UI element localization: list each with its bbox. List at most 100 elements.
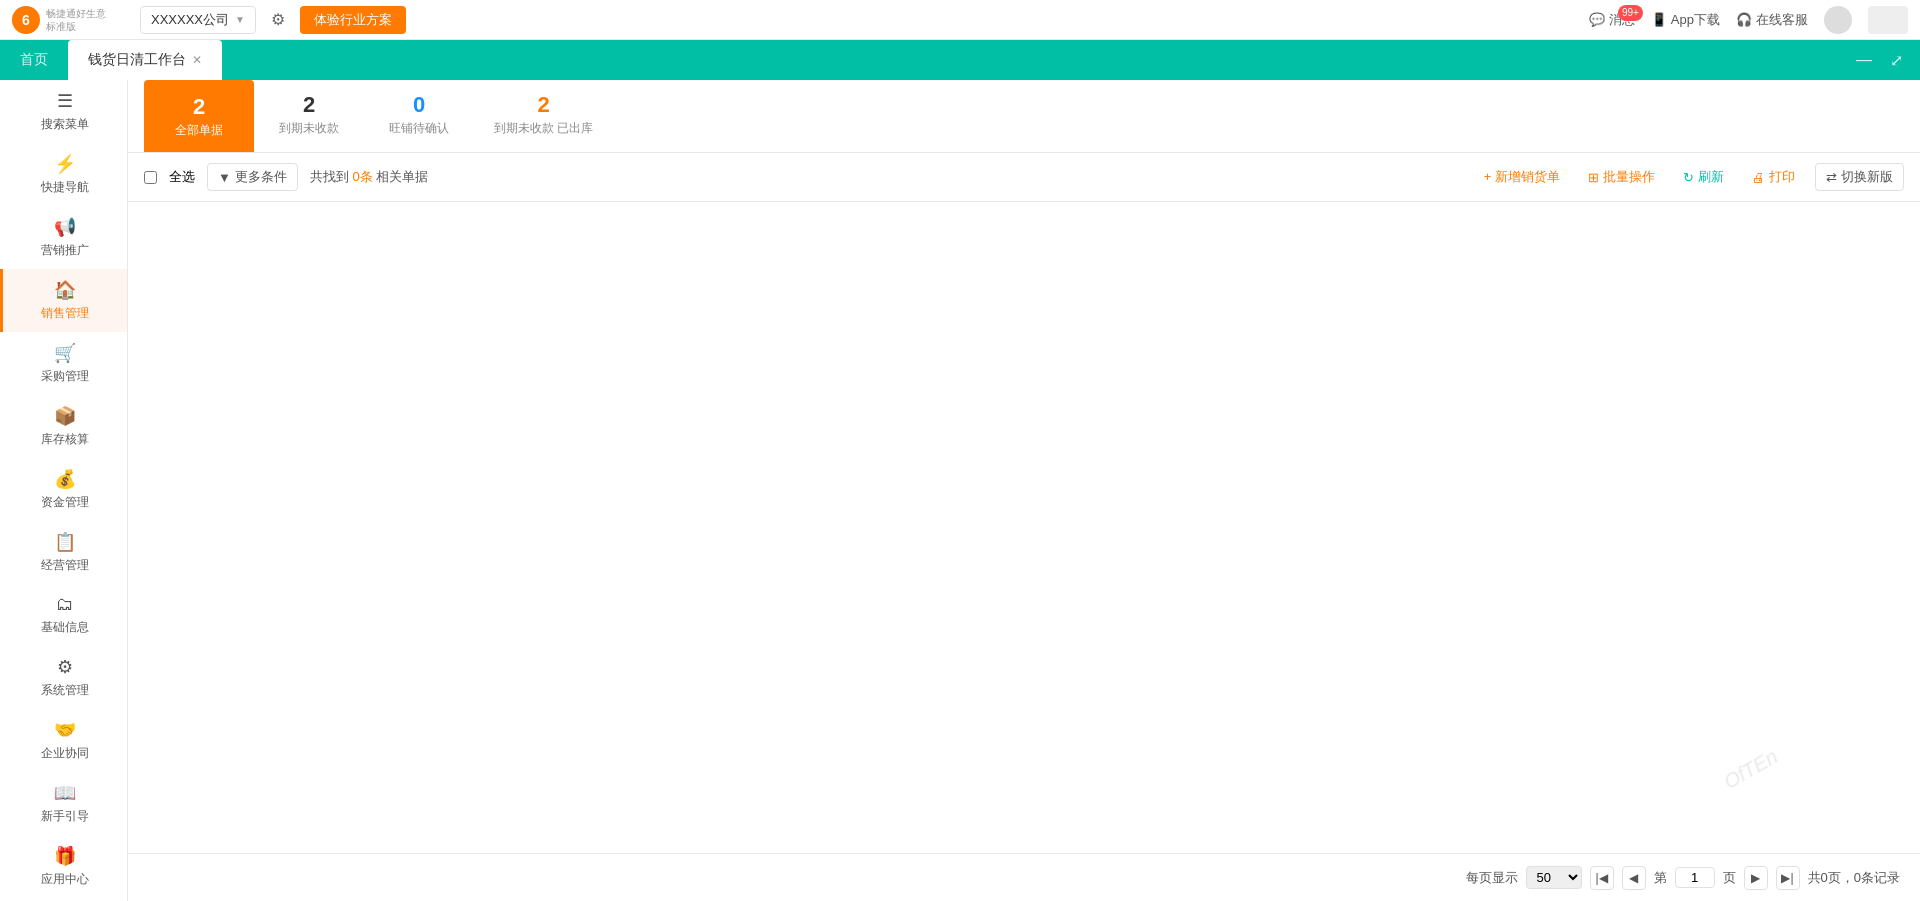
refresh-button[interactable]: ↻ 刷新 — [1675, 164, 1732, 190]
refresh-icon: ↻ — [1683, 170, 1694, 185]
guide-icon: 📖 — [54, 782, 76, 804]
online-service-label: 在线客服 — [1756, 11, 1808, 29]
sidebar-label-management: 经营管理 — [41, 557, 89, 574]
sidebar-item-inventory[interactable]: 📦 库存核算 — [0, 395, 127, 458]
sidebar-label-system: 系统管理 — [41, 682, 89, 699]
chevron-down-icon: ▼ — [235, 14, 245, 25]
marketing-icon: 📢 — [54, 216, 76, 238]
sidebar-label-guide: 新手引导 — [41, 808, 89, 825]
message-badge: 99+ — [1618, 5, 1643, 21]
per-page-label: 每页显示 — [1466, 869, 1518, 887]
page-input[interactable] — [1675, 867, 1715, 888]
sidebar-label-basic-info: 基础信息 — [41, 619, 89, 636]
sidebar-label-inventory: 库存核算 — [41, 431, 89, 448]
sidebar-item-nav[interactable]: ⚡ 快捷导航 — [0, 143, 127, 206]
sidebar-label-purchase: 采购管理 — [41, 368, 89, 385]
company-selector[interactable]: XXXXXX公司 ▼ — [140, 6, 256, 34]
logo-icon: 6 — [12, 6, 40, 34]
avatar[interactable] — [1824, 6, 1852, 34]
toolbar-right: + 新增销货单 ⊞ 批量操作 ↻ 刷新 🖨 打印 ⇄ 切换新版 — [1476, 163, 1904, 191]
service-icon: 🎧 — [1736, 12, 1752, 27]
nav-icon: ⚡ — [54, 153, 76, 175]
select-all-label: 全选 — [169, 168, 195, 186]
top-bar: 6 畅捷通好生意 标准版 XXXXXX公司 ▼ ⚙ 体验行业方案 💬 消息 99… — [0, 0, 1920, 40]
found-text: 共找到 0条 相关单据 — [310, 168, 428, 186]
sidebar-item-appstore[interactable]: 🎁 应用中心 — [0, 835, 127, 898]
sidebar-item-purchase[interactable]: 🛒 采购管理 — [0, 332, 127, 395]
user-menu[interactable] — [1868, 6, 1908, 34]
inventory-icon: 📦 — [54, 405, 76, 427]
total-label: 共0页，0条记录 — [1808, 869, 1900, 887]
logo-area: 6 畅捷通好生意 标准版 — [12, 6, 140, 34]
filter-label: 更多条件 — [235, 168, 287, 186]
sidebar-item-search[interactable]: ☰ 搜索菜单 — [0, 80, 127, 143]
batch-button[interactable]: ⊞ 批量操作 — [1580, 164, 1663, 190]
sidebar-item-guide[interactable]: 📖 新手引导 — [0, 772, 127, 835]
sidebar: ☰ 搜索菜单 ⚡ 快捷导航 📢 营销推广 🏠 销售管理 🛒 采购管理 📦 库存核… — [0, 80, 128, 901]
download-icon: 📱 — [1651, 12, 1667, 27]
online-service-button[interactable]: 🎧 在线客服 — [1736, 11, 1808, 29]
filter-icon: ▼ — [218, 170, 231, 185]
stat-shipped[interactable]: 2 到期未收款 已出库 — [474, 80, 613, 152]
page-label-end: 页 — [1723, 869, 1736, 887]
stat-num-all: 2 — [193, 94, 205, 120]
stat-overdue[interactable]: 2 到期未收款 — [254, 80, 364, 152]
search-menu-icon: ☰ — [57, 90, 73, 112]
per-page-select[interactable]: 50 100 — [1526, 866, 1582, 889]
stats-row: 2 全部单据 2 到期未收款 0 旺铺待确认 2 到期未收款 已出库 — [128, 80, 1920, 153]
next-page-button[interactable]: ▶ — [1744, 866, 1768, 890]
pagination-bar: 每页显示 50 100 |◀ ◀ 第 页 ▶ ▶| 共0页，0条记录 — [128, 853, 1920, 901]
tab-close-icon[interactable]: ✕ — [192, 53, 202, 67]
sidebar-label-nav: 快捷导航 — [41, 179, 89, 196]
app-download-button[interactable]: 📱 App下载 — [1651, 11, 1720, 29]
sidebar-item-finance[interactable]: 💰 资金管理 — [0, 458, 127, 521]
sidebar-label-sales: 销售管理 — [41, 305, 89, 322]
logo-text: 畅捷通好生意 标准版 — [46, 7, 106, 33]
switch-version-button[interactable]: ⇄ 切换新版 — [1815, 163, 1904, 191]
sidebar-item-enterprise[interactable]: 🤝 企业协同 — [0, 709, 127, 772]
select-all-checkbox[interactable] — [144, 171, 157, 184]
filter-button[interactable]: ▼ 更多条件 — [207, 163, 298, 191]
last-page-button[interactable]: ▶| — [1776, 866, 1800, 890]
new-order-button[interactable]: + 新增销货单 — [1476, 164, 1568, 190]
table-area — [128, 202, 1920, 853]
switch-icon: ⇄ — [1826, 170, 1837, 185]
enterprise-icon: 🤝 — [54, 719, 76, 741]
toolbar: 全选 ▼ 更多条件 共找到 0条 相关单据 + 新增销货单 ⊞ 批量操作 ↻ 刷… — [128, 153, 1920, 202]
tab-home[interactable]: 首页 — [0, 40, 68, 80]
main-layout: ☰ 搜索菜单 ⚡ 快捷导航 📢 营销推广 🏠 销售管理 🛒 采购管理 📦 库存核… — [0, 80, 1920, 901]
prev-page-button[interactable]: ◀ — [1622, 866, 1646, 890]
stat-label-all: 全部单据 — [175, 122, 223, 139]
sidebar-item-sales[interactable]: 🏠 销售管理 — [0, 269, 127, 332]
stat-pending[interactable]: 0 旺铺待确认 — [364, 80, 474, 152]
stat-all[interactable]: 2 全部单据 — [144, 80, 254, 152]
sidebar-label-enterprise: 企业协同 — [41, 745, 89, 762]
appstore-icon: 🎁 — [54, 845, 76, 867]
top-right-area: 💬 消息 99+ 📱 App下载 🎧 在线客服 — [1589, 6, 1908, 34]
sidebar-label-search: 搜索菜单 — [41, 116, 89, 133]
tab-bar-right: — ⤢ — [1852, 48, 1920, 72]
print-button[interactable]: 🖨 打印 — [1744, 164, 1803, 190]
sidebar-label-appstore: 应用中心 — [41, 871, 89, 888]
main-content: 2 全部单据 2 到期未收款 0 旺铺待确认 2 到期未收款 已出库 全选 ▼ … — [128, 80, 1920, 901]
sidebar-label-finance: 资金管理 — [41, 494, 89, 511]
message-button[interactable]: 💬 消息 99+ — [1589, 11, 1635, 29]
stat-num-shipped: 2 — [538, 92, 550, 118]
stat-num-pending: 0 — [413, 92, 425, 118]
first-page-button[interactable]: |◀ — [1590, 866, 1614, 890]
basic-info-icon: 🗂 — [56, 594, 74, 615]
print-icon: 🖨 — [1752, 170, 1765, 185]
sidebar-item-basic-info[interactable]: 🗂 基础信息 — [0, 584, 127, 646]
stat-num-overdue: 2 — [303, 92, 315, 118]
sidebar-item-management[interactable]: 📋 经营管理 — [0, 521, 127, 584]
sidebar-item-marketing[interactable]: 📢 营销推广 — [0, 206, 127, 269]
settings-icon[interactable]: ⚙ — [264, 6, 292, 34]
experience-button[interactable]: 体验行业方案 — [300, 6, 406, 34]
tab-maximize-icon[interactable]: ⤢ — [1884, 48, 1908, 72]
batch-icon: ⊞ — [1588, 170, 1599, 185]
sales-icon: 🏠 — [54, 279, 76, 301]
tab-minimize-icon[interactable]: — — [1852, 48, 1876, 72]
stat-label-overdue: 到期未收款 — [279, 120, 339, 137]
sidebar-item-system[interactable]: ⚙ 系统管理 — [0, 646, 127, 709]
tab-workbench[interactable]: 钱货日清工作台 ✕ — [68, 40, 222, 80]
